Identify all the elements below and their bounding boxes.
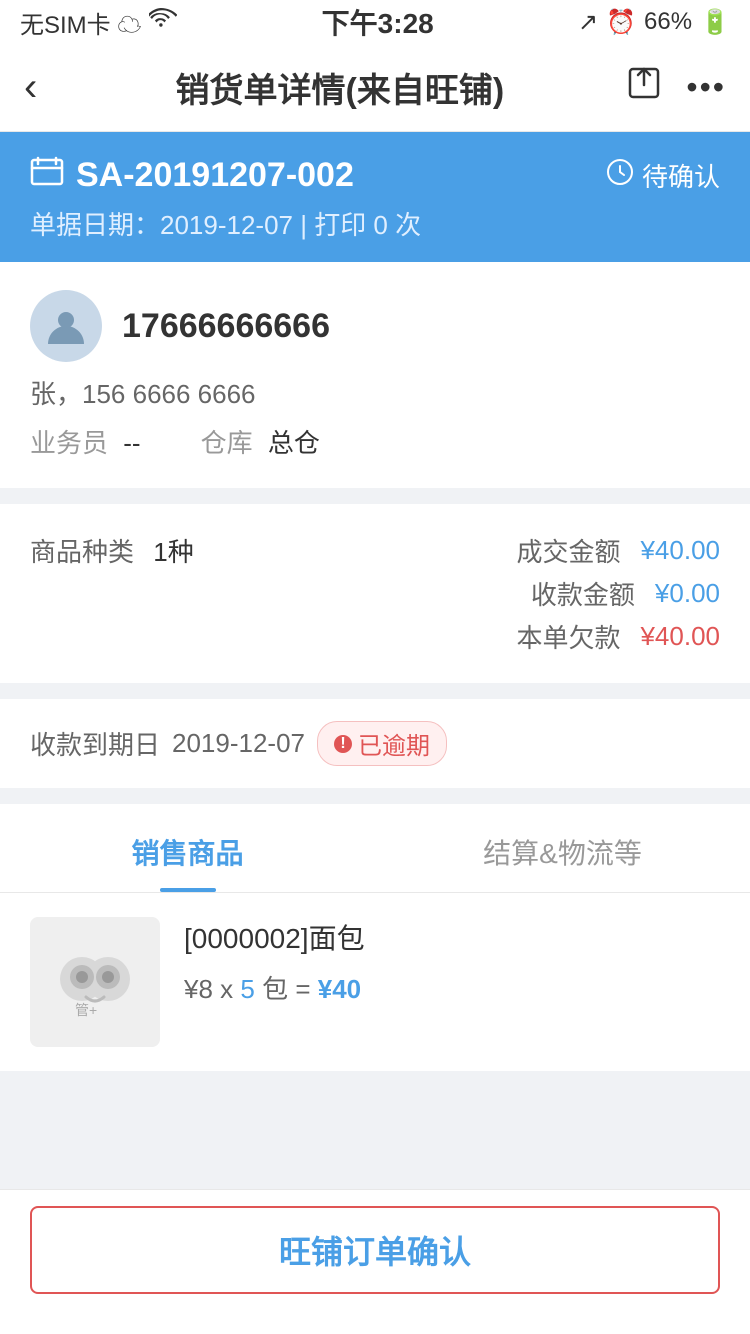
product-name: [0000002]面包 [184,917,720,957]
salesperson-info: 业务员 -- [30,423,141,460]
status-left: 无SIM卡 ☁ [20,5,177,40]
confirm-order-button[interactable]: 旺铺订单确认 [30,1206,720,1294]
status-time: 下午3:28 [322,2,434,42]
alarm-icon: ⏰ [606,8,636,37]
nav-bar: ‹ 销货单详情(来自旺铺) ••• [0,44,750,132]
product-section: 管+ [0000002]面包 ¥8 x 5 包 = ¥40 [0,893,750,1071]
product-code: [0000002] [184,923,309,954]
order-id-row: SA-20191207-002 待确认 [30,156,720,195]
wifi-icon [149,8,177,37]
salesperson-value: -- [123,428,140,458]
product-price-row: ¥8 x 5 包 = ¥40 [184,969,720,1006]
page-title: 销货单详情(来自旺铺) [53,63,626,112]
transaction-label: 成交金额 [516,532,620,569]
goods-type-value: 1种 [153,537,193,567]
battery-label: 66% [644,8,692,36]
product-qty: 5 [240,974,254,1004]
order-icon [30,156,64,195]
warehouse-info: 仓库 总仓 [201,423,320,460]
owed-amount: ¥40.00 [640,621,720,652]
product-placeholder-icon: 管+ [30,917,160,1047]
overdue-badge: ! 已逾期 [317,721,447,766]
received-amount: ¥0.00 [655,578,720,609]
clock-icon [606,158,634,193]
tabs: 销售商品 结算&物流等 [0,804,750,893]
order-id: SA-20191207-002 [30,156,354,195]
location-icon: ↗ [578,8,598,37]
received-label: 收款金额 [531,575,635,612]
summary-right: 成交金额 ¥40.00 收款金额 ¥0.00 本单欠款 ¥40.00 [516,532,720,655]
due-date-label: 收款到期日 [30,725,160,762]
owed-amount-row: 本单欠款 ¥40.00 [516,618,720,655]
customer-contact: 张，156 6666 6666 [30,374,720,411]
product-equals: = [295,974,317,1004]
transaction-amount-row: 成交金额 ¥40.00 [516,532,720,569]
customer-info-row: 17666666666 [30,290,720,362]
overdue-text: 已逾期 [358,726,430,761]
summary-left: 商品种类 1种 [30,532,194,569]
customer-name: 17666666666 [122,307,330,346]
nav-actions: ••• [626,65,726,110]
product-unit: 包 [262,974,288,1004]
customer-card: 17666666666 张，156 6666 6666 业务员 -- 仓库 总仓 [0,262,750,488]
bottom-bar: 旺铺订单确认 [0,1189,750,1334]
back-button[interactable]: ‹ [24,65,37,110]
customer-meta: 业务员 -- 仓库 总仓 [30,423,720,460]
due-date-card: 收款到期日 2019-12-07 ! 已逾期 [0,699,750,788]
received-amount-row: 收款金额 ¥0.00 [531,575,720,612]
product-title: 面包 [309,923,365,954]
more-icon[interactable]: ••• [686,69,726,106]
order-header: SA-20191207-002 待确认 单据日期：2019-12-07 | 打印… [0,132,750,262]
product-image: 管+ [30,917,160,1047]
warehouse-label: 仓库 [201,428,253,458]
goods-type-label: 商品种类 [30,537,134,567]
summary-card: 商品种类 1种 成交金额 ¥40.00 收款金额 ¥0.00 本单欠款 ¥40.… [0,504,750,683]
product-item: 管+ [0000002]面包 ¥8 x 5 包 = ¥40 [30,917,720,1047]
product-multiply: x [220,974,240,1004]
warehouse-value: 总仓 [268,428,320,458]
product-info: [0000002]面包 ¥8 x 5 包 = ¥40 [184,917,720,1006]
svg-text:管+: 管+ [75,1002,97,1017]
tab-settlement[interactable]: 结算&物流等 [375,804,750,892]
product-unit-price: ¥8 [184,974,213,1004]
share-icon[interactable] [626,65,662,110]
product-total: ¥40 [318,974,361,1004]
battery-icon: 🔋 [700,8,730,37]
tabs-container: 销售商品 结算&物流等 [0,804,750,893]
due-date-value: 2019-12-07 [172,728,305,759]
order-date: 单据日期：2019-12-07 | 打印 0 次 [30,205,720,242]
no-sim-label: 无SIM卡 ☁ [20,5,141,40]
tab-sales-goods[interactable]: 销售商品 [0,804,375,892]
goods-type-item: 商品种类 1种 [30,532,194,569]
owed-label: 本单欠款 [516,618,620,655]
status-right: ↗ ⏰ 66% 🔋 [578,8,730,37]
overdue-icon: ! [334,735,352,753]
status-bar: 无SIM卡 ☁ 下午3:28 ↗ ⏰ 66% 🔋 [0,0,750,44]
order-status: 待确认 [606,157,720,194]
transaction-amount: ¥40.00 [640,535,720,566]
salesperson-label: 业务员 [30,428,108,458]
avatar [30,290,102,362]
